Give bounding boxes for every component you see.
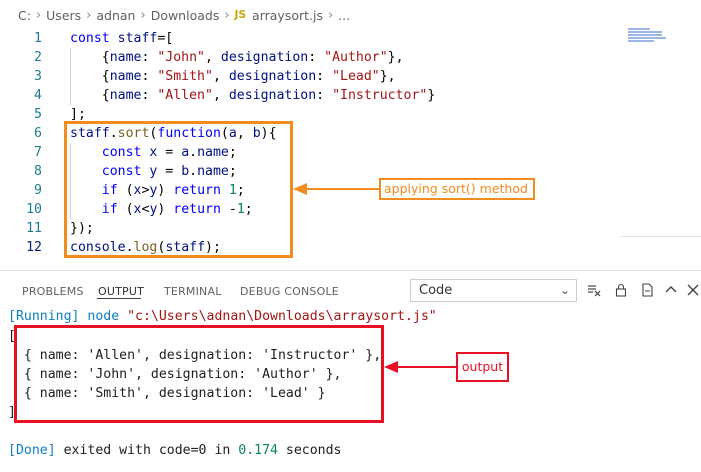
sort-code-highlight-box [64, 121, 293, 258]
output-running-line: [Running] node "c:\Users\adnan\Downloads… [8, 307, 437, 326]
active-tab-indicator [97, 298, 141, 299]
code-token: : [141, 88, 158, 103]
code-token: designation [228, 69, 317, 84]
line-number: 3 [34, 69, 42, 84]
minimap[interactable] [628, 28, 668, 50]
code-token: { [70, 88, 110, 103]
done-text: seconds [277, 443, 342, 458]
tab-output[interactable]: OUTPUT [98, 285, 144, 298]
code-token: =[ [157, 31, 174, 46]
code-token: : [316, 88, 333, 103]
breadcrumb-item-file[interactable]: arraysort.js [252, 8, 323, 23]
code-line[interactable]: 2 {name: "John", designation: "Author"}, [0, 48, 620, 67]
output-channel-value: Code [419, 283, 453, 298]
clear-output-icon[interactable] [585, 281, 603, 299]
line-number: 9 [34, 183, 42, 198]
code-token: designation [228, 88, 317, 103]
close-icon[interactable] [684, 281, 701, 299]
code-text: {name: "Allen", designation: "Instructor… [70, 86, 436, 105]
indent-guide [70, 48, 71, 105]
code-token: staff [117, 31, 158, 46]
line-number: 4 [34, 88, 42, 103]
running-command: node [79, 309, 128, 324]
line-number: 10 [26, 202, 42, 217]
breadcrumb-item-downloads[interactable]: Downloads [151, 8, 220, 23]
open-in-editor-icon[interactable] [638, 281, 656, 299]
line-number: 2 [34, 50, 42, 65]
sort-method-annotation-label: applying sort() method [379, 178, 535, 200]
chevron-right-icon: › [140, 7, 146, 23]
lock-scroll-icon[interactable] [612, 281, 630, 299]
output-done-line: [Done] exited with code=0 in 0.174 secon… [8, 441, 342, 460]
code-token: "Smith" [157, 69, 213, 84]
tab-debug-console[interactable]: DEBUG CONSOLE [240, 285, 339, 298]
code-token: : [141, 69, 158, 84]
line-number: 6 [34, 126, 42, 141]
code-token: name [109, 88, 142, 103]
line-number: 1 [34, 31, 42, 46]
code-token: : [141, 50, 158, 65]
code-token: , [212, 69, 229, 84]
code-token: , [212, 88, 229, 103]
exit-code: code=0 [158, 443, 207, 458]
code-token: }, [379, 69, 396, 84]
code-token: { [70, 69, 110, 84]
javascript-file-icon: JS [234, 9, 247, 21]
tab-terminal[interactable]: TERMINAL [164, 285, 222, 298]
code-token: "Author" [324, 50, 388, 65]
running-path: "c:\Users\adnan\Downloads\arraysort.js" [127, 309, 437, 324]
code-text: {name: "Smith", designation: "Lead"}, [70, 67, 396, 86]
editor-divider [620, 236, 701, 237]
code-token: const [70, 31, 118, 46]
done-text: in [206, 443, 239, 458]
code-token: : [316, 69, 333, 84]
chevron-right-icon: › [35, 7, 42, 23]
breadcrumb: C: › Users › adnan › Downloads › JS arra… [0, 0, 701, 30]
code-token: }, [387, 50, 404, 65]
line-number: 7 [34, 145, 42, 160]
code-line[interactable]: 1 const staff=[ [0, 29, 620, 48]
orange-arrow-icon [293, 183, 381, 195]
line-number: 11 [26, 221, 42, 236]
code-token: name [109, 50, 142, 65]
code-token: , [205, 50, 221, 65]
code-token: ]; [70, 107, 86, 122]
breadcrumb-more[interactable]: ... [338, 8, 350, 23]
code-token: "Instructor" [332, 88, 428, 103]
breadcrumb-item-users[interactable]: Users [46, 8, 81, 23]
code-line[interactable]: 3 {name: "Smith", designation: "Lead"}, [0, 67, 620, 86]
code-text: const staff=[ [70, 29, 173, 48]
chevron-right-icon: › [86, 7, 92, 23]
elapsed-time: 0.174 [238, 443, 278, 458]
line-number: 8 [34, 164, 42, 179]
code-token: "John" [157, 50, 205, 65]
code-token: designation [220, 50, 309, 65]
chevron-right-icon: › [224, 7, 230, 23]
output-channel-select[interactable]: Code ⌄ [410, 279, 577, 302]
code-token: "Lead" [332, 69, 380, 84]
tab-problems[interactable]: PROBLEMS [22, 285, 84, 298]
breadcrumb-item-drive[interactable]: C: [18, 8, 31, 23]
code-token: name [109, 69, 142, 84]
code-token: { [70, 50, 110, 65]
code-token: } [427, 88, 436, 103]
code-line[interactable]: 4 {name: "Allen", designation: "Instruct… [0, 86, 620, 105]
output-annotation-label: output [456, 352, 509, 382]
running-tag: [Running] [8, 309, 80, 324]
chevron-right-icon: › [327, 7, 334, 23]
code-token: "Allen" [157, 88, 213, 103]
code-text: {name: "John", designation: "Author"}, [70, 48, 404, 67]
output-highlight-box [14, 325, 384, 423]
line-number: 12 [26, 240, 42, 255]
chevron-up-icon[interactable] [662, 281, 680, 299]
code-token: : [308, 50, 325, 65]
line-number: 5 [34, 107, 42, 122]
chevron-down-icon: ⌄ [559, 283, 570, 297]
done-tag: [Done] [8, 443, 56, 458]
breadcrumb-item-adnan[interactable]: adnan [96, 8, 135, 23]
done-text: exited with [55, 443, 159, 458]
red-arrow-icon [384, 361, 459, 373]
